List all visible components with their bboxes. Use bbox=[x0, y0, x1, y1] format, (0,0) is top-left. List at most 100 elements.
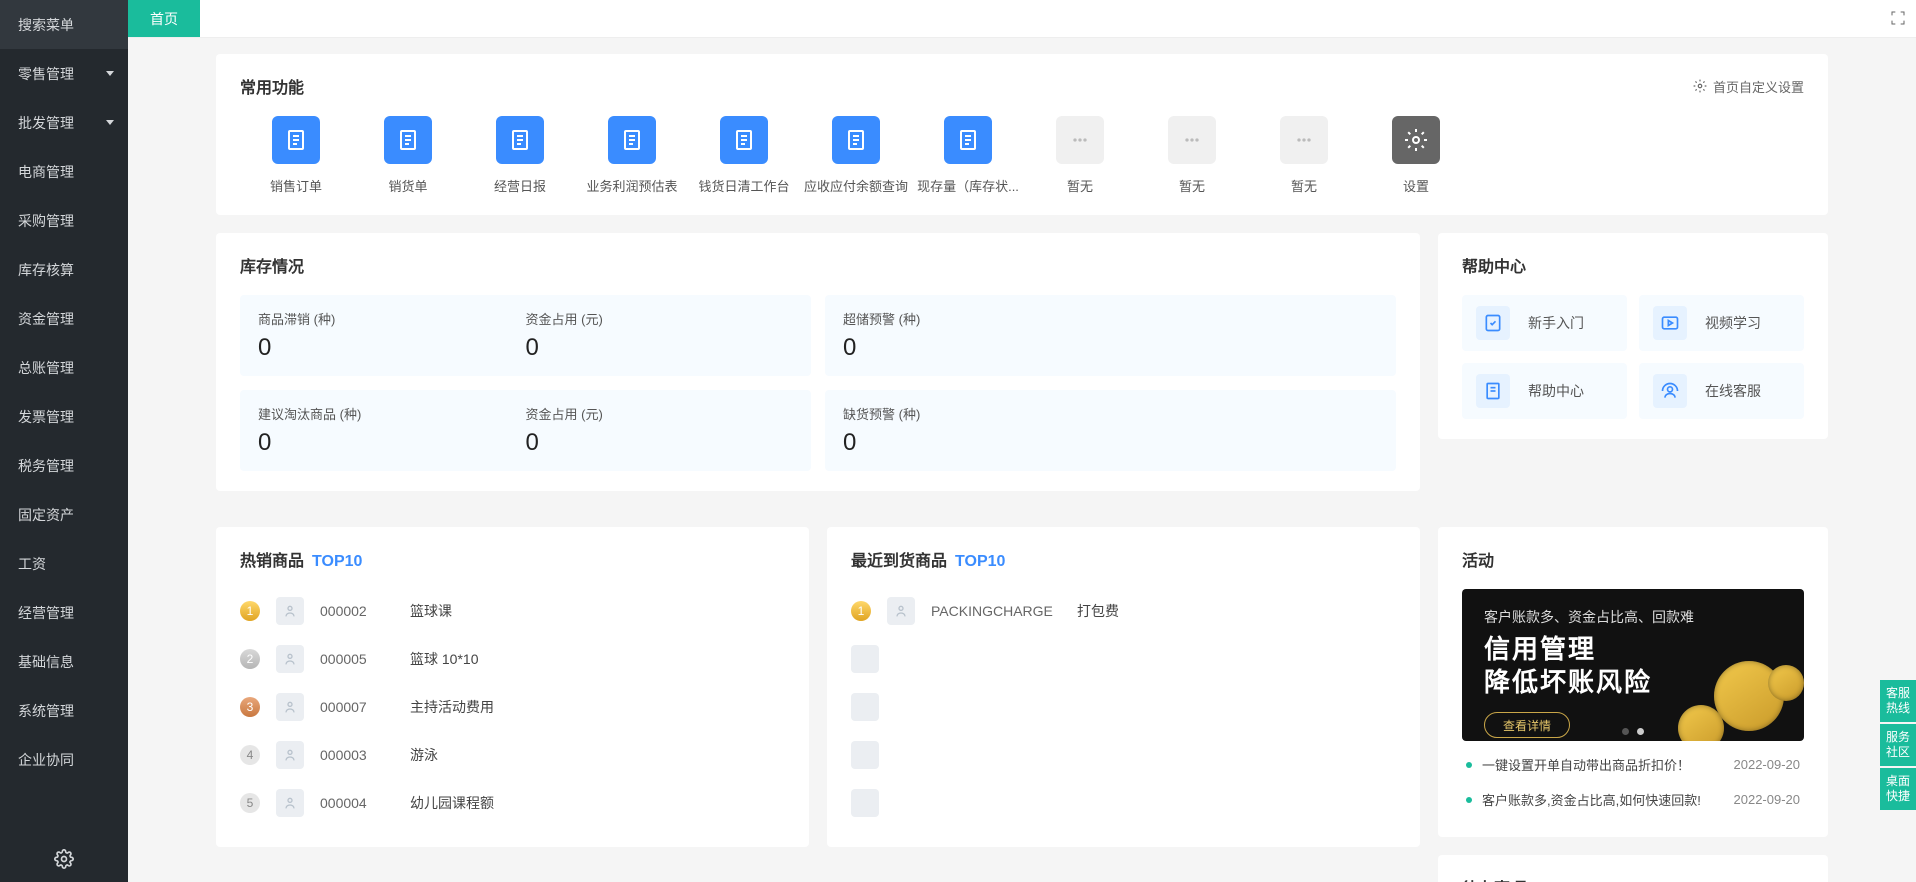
product-thumb bbox=[276, 741, 304, 769]
help-item-0[interactable]: 新手入门 bbox=[1462, 295, 1627, 351]
product-code: 000007 bbox=[320, 699, 394, 715]
quick-func-0[interactable]: 销售订单 bbox=[240, 116, 352, 195]
quick-func-8[interactable]: 暂无 bbox=[1136, 116, 1248, 195]
inventory-title: 库存情况 bbox=[240, 253, 304, 277]
hot-item[interactable]: 3000007主持活动费用 bbox=[240, 683, 779, 731]
customize-link-label: 首页自定义设置 bbox=[1713, 77, 1804, 96]
sidebar-item-3[interactable]: 电商管理 bbox=[0, 147, 128, 196]
product-thumb bbox=[276, 693, 304, 721]
sidebar-item-9[interactable]: 税务管理 bbox=[0, 441, 128, 490]
help-item-1[interactable]: 视频学习 bbox=[1639, 295, 1804, 351]
quick-func-4[interactable]: 钱货日清工作台 bbox=[688, 116, 800, 195]
product-code: 000005 bbox=[320, 651, 394, 667]
help-item-2[interactable]: 帮助中心 bbox=[1462, 363, 1627, 419]
sidebar-item-label: 经营管理 bbox=[18, 603, 74, 623]
fullscreen-button[interactable] bbox=[1886, 6, 1910, 30]
bullet-icon bbox=[1466, 762, 1472, 768]
quick-func-icon bbox=[832, 116, 880, 164]
quick-func-7[interactable]: 暂无 bbox=[1024, 116, 1136, 195]
hot-products-card: 热销商品TOP10 1000002篮球课2000005篮球 10*1030000… bbox=[216, 527, 809, 847]
quick-func-5[interactable]: 应收应付余额查询 bbox=[800, 116, 912, 195]
product-thumb bbox=[276, 789, 304, 817]
topbar: 首页 bbox=[128, 0, 1916, 38]
rank-badge: 1 bbox=[240, 601, 260, 621]
quick-func-icon bbox=[1392, 116, 1440, 164]
sidebar-item-label: 系统管理 bbox=[18, 701, 74, 721]
float-tab-0[interactable]: 客服热线 bbox=[1880, 680, 1916, 722]
quick-func-icon bbox=[384, 116, 432, 164]
quick-func-icon bbox=[1056, 116, 1104, 164]
sidebar-item-0[interactable]: 搜索菜单 bbox=[0, 0, 128, 49]
banner-line2b: 降低坏账风险 bbox=[1484, 667, 1652, 697]
activity-text: 客户账款多,资金占比高,如何快速回款! bbox=[1482, 790, 1734, 809]
quick-func-icon bbox=[272, 116, 320, 164]
recent-item-empty bbox=[851, 731, 1390, 779]
quick-func-2[interactable]: 经营日报 bbox=[464, 116, 576, 195]
tab-home[interactable]: 首页 bbox=[128, 0, 200, 37]
product-name: 篮球课 bbox=[410, 601, 779, 621]
sidebar-item-13[interactable]: 基础信息 bbox=[0, 637, 128, 686]
sidebar-item-8[interactable]: 发票管理 bbox=[0, 392, 128, 441]
quick-func-6[interactable]: 现存量（库存状... bbox=[912, 116, 1024, 195]
help-icon bbox=[1653, 306, 1687, 340]
hot-item[interactable]: 1 000002 篮球课 bbox=[240, 587, 779, 635]
chevron-down-icon bbox=[106, 71, 114, 76]
float-tab-2[interactable]: 桌面快捷 bbox=[1880, 768, 1916, 810]
activity-card: 活动 客户账款多、资金占比高、回款难 信用管理降低坏账风险 查看详情 bbox=[1438, 527, 1828, 837]
help-label: 帮助中心 bbox=[1528, 381, 1584, 401]
sidebar-item-1[interactable]: 零售管理 bbox=[0, 49, 128, 98]
sidebar-item-7[interactable]: 总账管理 bbox=[0, 343, 128, 392]
quick-func-label: 暂无 bbox=[1067, 176, 1093, 195]
activity-banner[interactable]: 客户账款多、资金占比高、回款难 信用管理降低坏账风险 查看详情 bbox=[1462, 589, 1804, 741]
help-card: 帮助中心 新手入门视频学习帮助中心在线客服 bbox=[1438, 233, 1828, 439]
help-title: 帮助中心 bbox=[1462, 253, 1526, 277]
quick-func-label: 设置 bbox=[1403, 176, 1429, 195]
rank-badge: 4 bbox=[240, 745, 260, 765]
stat-label: 建议淘汰商品 (种) bbox=[258, 404, 526, 423]
hot-item[interactable]: 5000004幼儿园课程额 bbox=[240, 779, 779, 827]
hot-item[interactable]: 2000005篮球 10*10 bbox=[240, 635, 779, 683]
product-code: 000002 bbox=[320, 603, 394, 619]
stat-value: 0 bbox=[258, 334, 526, 362]
float-tab-1[interactable]: 服务社区 bbox=[1880, 724, 1916, 766]
sidebar: 搜索菜单零售管理批发管理电商管理采购管理库存核算资金管理总账管理发票管理税务管理… bbox=[0, 0, 128, 882]
sidebar-item-15[interactable]: 企业协同 bbox=[0, 735, 128, 784]
quick-func-label: 暂无 bbox=[1179, 176, 1205, 195]
help-label: 视频学习 bbox=[1705, 313, 1761, 333]
activity-item[interactable]: 一键设置开单自动带出商品折扣价！2022-09-20 bbox=[1462, 747, 1804, 782]
quick-func-icon bbox=[720, 116, 768, 164]
todo-card: 待办事项 待出库0待收款7 bbox=[1438, 855, 1828, 882]
sidebar-item-4[interactable]: 采购管理 bbox=[0, 196, 128, 245]
sidebar-item-14[interactable]: 系统管理 bbox=[0, 686, 128, 735]
banner-line2a: 信用管理 bbox=[1484, 634, 1596, 664]
rank-badge: 5 bbox=[240, 793, 260, 813]
quick-func-10[interactable]: 设置 bbox=[1360, 116, 1472, 195]
quick-func-1[interactable]: 销货单 bbox=[352, 116, 464, 195]
hot-item[interactable]: 4000003游泳 bbox=[240, 731, 779, 779]
product-code: 000003 bbox=[320, 747, 394, 763]
recent-item-empty bbox=[851, 683, 1390, 731]
sidebar-item-6[interactable]: 资金管理 bbox=[0, 294, 128, 343]
quick-func-label: 应收应付余额查询 bbox=[804, 176, 908, 195]
sidebar-item-label: 发票管理 bbox=[18, 407, 74, 427]
sidebar-item-12[interactable]: 经营管理 bbox=[0, 588, 128, 637]
sidebar-item-2[interactable]: 批发管理 bbox=[0, 98, 128, 147]
quick-func-9[interactable]: 暂无 bbox=[1248, 116, 1360, 195]
stat-value: 0 bbox=[526, 334, 794, 362]
sidebar-item-11[interactable]: 工资 bbox=[0, 539, 128, 588]
sidebar-item-label: 资金管理 bbox=[18, 309, 74, 329]
empty-thumb bbox=[851, 693, 879, 721]
customize-link[interactable]: 首页自定义设置 bbox=[1693, 77, 1804, 96]
stat-label: 商品滞销 (种) bbox=[258, 309, 526, 328]
sidebar-item-label: 库存核算 bbox=[18, 260, 74, 280]
help-item-3[interactable]: 在线客服 bbox=[1639, 363, 1804, 419]
stat-label: 缺货预警 (种) bbox=[843, 404, 1378, 423]
sidebar-item-label: 企业协同 bbox=[18, 750, 74, 770]
activity-item[interactable]: 客户账款多,资金占比高,如何快速回款!2022-09-20 bbox=[1462, 782, 1804, 817]
sidebar-item-label: 基础信息 bbox=[18, 652, 74, 672]
quick-func-3[interactable]: 业务利润预估表 bbox=[576, 116, 688, 195]
sidebar-settings[interactable] bbox=[0, 836, 128, 882]
recent-item[interactable]: 1PACKINGCHARGE打包费 bbox=[851, 587, 1390, 635]
sidebar-item-5[interactable]: 库存核算 bbox=[0, 245, 128, 294]
sidebar-item-10[interactable]: 固定资产 bbox=[0, 490, 128, 539]
